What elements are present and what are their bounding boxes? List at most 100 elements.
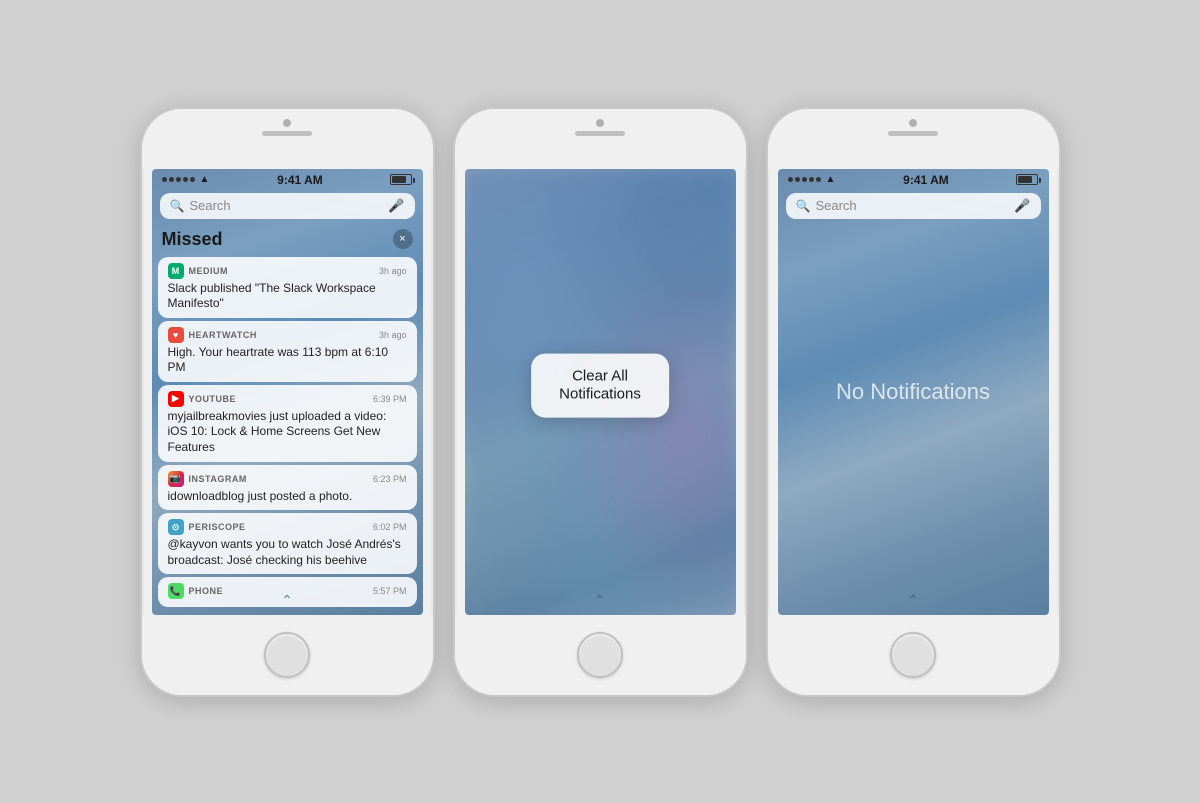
status-bar-1: ▲ 9:41 AM [152, 169, 423, 189]
speaker-1 [262, 131, 312, 136]
bottom-bezel-2 [455, 615, 746, 695]
no-notifications-text: No Notifications [836, 379, 990, 405]
notif-time-phone: 5:57 PM [373, 586, 407, 596]
iphone-2: Clear All Notifications ⌃ [453, 107, 748, 697]
app-name-instagram: INSTAGRAM [189, 474, 247, 484]
notif-time-periscope: 6:02 PM [373, 522, 407, 532]
battery-fill-3 [1018, 176, 1032, 183]
status-left-3: ▲ [788, 174, 836, 185]
notif-card-medium[interactable]: M MEDIUM 3h ago Slack published "The Sla… [158, 257, 417, 318]
home-button-2[interactable] [577, 632, 623, 678]
iphone-1: ▲ 9:41 AM 🔍 Search 🎤 Missed × [140, 107, 435, 697]
app-name-periscope: PERISCOPE [189, 522, 246, 532]
swipe-indicator-3: ⌃ [907, 592, 919, 609]
notif-card-header-medium: M MEDIUM 3h ago [168, 263, 407, 279]
search-bar-3[interactable]: 🔍 Search 🎤 [786, 193, 1041, 219]
search-bar-1[interactable]: 🔍 Search 🎤 [160, 193, 415, 219]
notif-body-instagram: idownloadblog just posted a photo. [168, 489, 407, 505]
notif-time-heartwatch: 3h ago [379, 330, 407, 340]
wifi-icon-3: ▲ [826, 174, 836, 185]
swipe-chevron-2: ⌃ [594, 592, 606, 609]
notif-time-instagram: 6:23 PM [373, 474, 407, 484]
swipe-chevron-1: ⌃ [281, 592, 293, 609]
swipe-chevron-3: ⌃ [907, 592, 919, 609]
iphone-3: ▲ 9:41 AM 🔍 Search 🎤 No Notifications ⌃ [766, 107, 1061, 697]
mic-icon-3[interactable]: 🎤 [1014, 198, 1030, 214]
notif-time-youtube: 6:39 PM [373, 394, 407, 404]
dot3-5 [816, 177, 821, 182]
home-button-1[interactable] [264, 632, 310, 678]
app-icon-youtube: ▶ [168, 391, 184, 407]
app-icon-phone: 📞 [168, 583, 184, 599]
camera-3 [909, 119, 917, 127]
app-name-heartwatch: HEARTWATCH [189, 330, 257, 340]
dot2 [169, 177, 174, 182]
speaker-2 [575, 131, 625, 136]
notif-body-youtube: myjailbreakmovies just uploaded a video:… [168, 409, 407, 456]
swipe-indicator-2: ⌃ [594, 592, 606, 609]
bottom-bezel-1 [142, 615, 433, 695]
app-info-medium: M MEDIUM [168, 263, 229, 279]
notif-card-header-youtube: ▶ YOUTUBE 6:39 PM [168, 391, 407, 407]
status-time-3: 9:41 AM [903, 173, 949, 187]
notif-card-heartwatch[interactable]: ♥ HEARTWATCH 3h ago High. Your heartrate… [158, 321, 417, 382]
app-icon-heartwatch: ♥ [168, 327, 184, 343]
status-right-3 [1016, 174, 1038, 185]
notif-card-periscope[interactable]: ⊙ PERISCOPE 6:02 PM @kayvon wants you to… [158, 513, 417, 574]
camera-1 [283, 119, 291, 127]
clear-all-popup[interactable]: Clear All Notifications [531, 353, 669, 417]
bottom-bezel-3 [768, 615, 1059, 695]
clear-x-button-1[interactable]: × [393, 229, 413, 249]
screen-1: ▲ 9:41 AM 🔍 Search 🎤 Missed × [152, 169, 423, 615]
search-placeholder-3: Search [815, 198, 1009, 213]
dot3-3 [802, 177, 807, 182]
signal-dots-1 [162, 177, 195, 182]
speaker-3 [888, 131, 938, 136]
dot3-2 [795, 177, 800, 182]
mic-icon-1[interactable]: 🎤 [388, 198, 404, 214]
dot3 [176, 177, 181, 182]
dot3-1 [788, 177, 793, 182]
app-info-heartwatch: ♥ HEARTWATCH [168, 327, 257, 343]
search-icon-1: 🔍 [170, 199, 185, 213]
status-right-1 [390, 174, 412, 185]
status-bar-3: ▲ 9:41 AM [778, 169, 1049, 189]
battery-icon-3 [1016, 174, 1038, 185]
notif-time-medium: 3h ago [379, 266, 407, 276]
notif-title-1: Missed [162, 229, 223, 250]
dot5 [190, 177, 195, 182]
app-info-phone: 📞 PHONE [168, 583, 224, 599]
clear-all-text: Clear All Notifications [559, 367, 641, 402]
app-name-youtube: YOUTUBE [189, 394, 237, 404]
swipe-indicator-1: ⌃ [281, 592, 293, 609]
notif-card-header-periscope: ⊙ PERISCOPE 6:02 PM [168, 519, 407, 535]
dot3-4 [809, 177, 814, 182]
notif-card-header-heartwatch: ♥ HEARTWATCH 3h ago [168, 327, 407, 343]
home-button-3[interactable] [890, 632, 936, 678]
notif-body-heartwatch: High. Your heartrate was 113 bpm at 6:10… [168, 345, 407, 376]
notif-card-instagram[interactable]: 📷 INSTAGRAM 6:23 PM idownloadblog just p… [158, 465, 417, 511]
dot4 [183, 177, 188, 182]
battery-icon-1 [390, 174, 412, 185]
app-info-instagram: 📷 INSTAGRAM [168, 471, 247, 487]
app-name-medium: MEDIUM [189, 266, 229, 276]
dot1 [162, 177, 167, 182]
top-bezel-3 [768, 109, 1059, 169]
phones-container: ▲ 9:41 AM 🔍 Search 🎤 Missed × [140, 107, 1061, 697]
top-bezel-2 [455, 109, 746, 169]
app-icon-instagram: 📷 [168, 471, 184, 487]
notif-card-header-instagram: 📷 INSTAGRAM 6:23 PM [168, 471, 407, 487]
status-time-1: 9:41 AM [277, 173, 323, 187]
notif-card-youtube[interactable]: ▶ YOUTUBE 6:39 PM myjailbreakmovies just… [158, 385, 417, 462]
signal-dots-3 [788, 177, 821, 182]
wifi-icon-1: ▲ [200, 174, 210, 185]
app-icon-periscope: ⊙ [168, 519, 184, 535]
app-info-periscope: ⊙ PERISCOPE [168, 519, 246, 535]
app-icon-medium: M [168, 263, 184, 279]
app-info-youtube: ▶ YOUTUBE [168, 391, 237, 407]
top-bezel-1 [142, 109, 433, 169]
screen-blurred-2: Clear All Notifications ⌃ [465, 169, 736, 615]
notif-body-periscope: @kayvon wants you to watch José Andrés's… [168, 537, 407, 568]
search-icon-3: 🔍 [796, 199, 811, 213]
search-placeholder-1: Search [189, 198, 383, 213]
